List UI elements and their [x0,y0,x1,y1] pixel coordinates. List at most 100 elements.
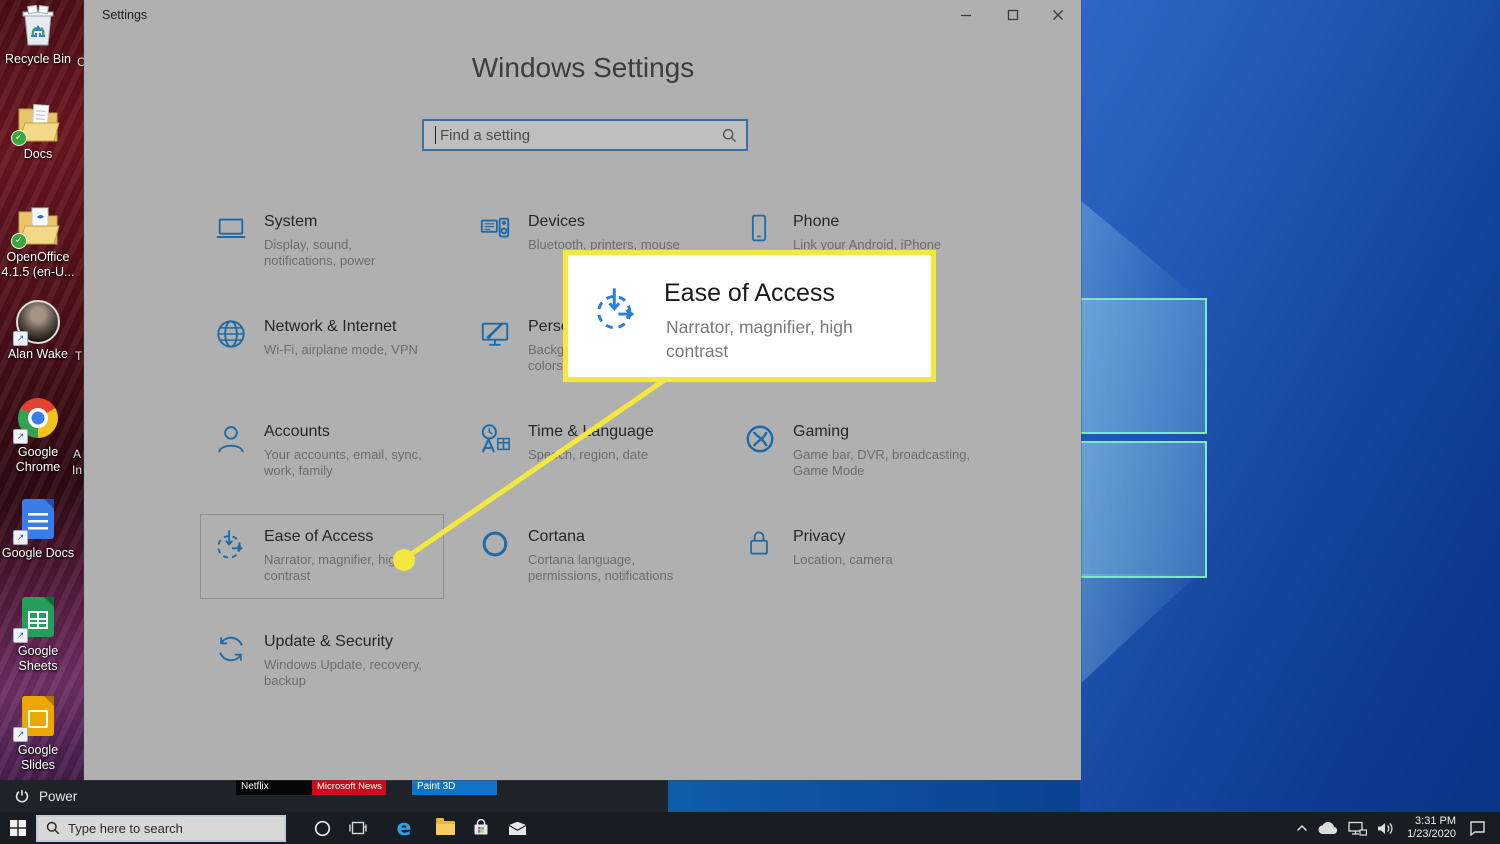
gaming-icon [744,423,780,479]
task-view-icon [349,821,367,835]
start-tile-paint-3d[interactable]: Paint 3D [412,779,497,795]
store-icon [474,819,488,835]
shortcut-arrow-badge: ↗ [13,429,28,444]
category-title: Cortana [528,528,585,545]
store-button[interactable] [463,812,499,844]
synced-check-badge: ✓ [11,130,27,146]
minimize-button[interactable] [944,0,988,30]
shortcut-arrow-badge: ↗ [13,331,28,346]
search-icon [722,128,737,142]
close-button[interactable] [1036,0,1080,30]
power-button[interactable]: Power [0,785,77,807]
desktop-icon-alan-wake[interactable]: ↗ Alan Wake [0,298,76,362]
callout-subtitle: Narrator, magnifier, high contrast [666,317,853,361]
desktop-icon-label: OpenOffice 4.1.5 (en-U... [1,250,75,279]
settings-category-ease-of-access[interactable]: Ease of Access Narrator, magnifier, high … [215,528,406,584]
shortcut-arrow-badge: ↗ [13,727,28,742]
settings-category-system[interactable]: System Display, sound, notifications, pow… [215,213,426,269]
tray-date: 1/23/2020 [1407,828,1456,840]
category-subtitle: Wi-Fi, airplane mode, VPN [264,342,418,357]
settings-category-network-internet[interactable]: Network & Internet Wi-Fi, airplane mode, … [215,318,436,358]
search-icon [46,821,60,835]
chevron-up-icon [1297,824,1308,832]
category-subtitle: Speech, region, date [528,447,648,462]
cortana-button[interactable] [304,812,340,844]
screen: Recycle Bin ✓ Docs ✓ OpenOffice 4.1.5 (en-… [0,0,1500,844]
window-title: Settings [102,8,148,22]
desktop-icon-openoffice[interactable]: ✓ OpenOffice 4.1.5 (en-U... [0,203,76,280]
edge-button[interactable]: e [386,812,422,844]
onedrive-button[interactable] [1313,812,1343,844]
category-title: Ease of Access [264,528,374,545]
text-caret [435,126,436,144]
taskbar-search-input[interactable] [66,819,284,837]
category-subtitle: Display, sound, notifications, power [264,237,376,268]
volume-button[interactable] [1372,812,1399,844]
category-title: Phone [793,213,840,230]
ease-of-access-icon [215,528,251,584]
file-explorer-button[interactable] [427,812,463,844]
desktop-icon-google-chrome[interactable]: ↗ Google Chrome [0,396,76,475]
windows-logo-pane [1080,298,1207,434]
desktop-icon-label: Alan Wake [8,347,68,361]
desktop-icon-label: Docs [23,147,53,161]
desktop-icon-recycle-bin[interactable]: Recycle Bin [0,4,76,67]
start-button[interactable] [0,812,36,844]
desktop-icon-google-sheets[interactable]: ↗ Google Sheets [0,596,76,674]
ease-of-access-callout: Ease of Access Narrator, magnifier, high… [563,250,936,382]
settings-search-input[interactable] [438,125,722,145]
time-language-icon [479,423,515,463]
start-tile-microsoft-news[interactable]: Microsoft News [312,779,386,795]
category-title: Devices [528,213,585,230]
category-title: Gaming [793,423,850,440]
taskbar-search-box[interactable] [36,814,286,842]
devices-icon [479,213,515,253]
power-label: Power [39,788,78,804]
settings-category-cortana[interactable]: Cortana Cortana language, permissions, no… [479,528,708,584]
settings-category-phone[interactable]: Phone Link your Android, iPhone [744,213,975,253]
settings-window: Settings Windows Settings System Display,… [84,0,1081,780]
desktop-icon-docs[interactable]: ✓ Docs [0,100,76,162]
mail-button[interactable] [499,812,535,844]
category-subtitle: Cortana language, permissions, notificat… [528,552,674,583]
settings-category-update-security[interactable]: Update & Security Windows Update, recover… [215,633,426,689]
settings-category-devices[interactable]: Devices Bluetooth, printers, mouse [479,213,708,253]
category-title: Accounts [264,423,330,440]
settings-category-time-language[interactable]: Time & Language Speech, region, date [479,423,698,463]
task-view-button[interactable] [340,812,376,844]
system-icon [215,213,251,269]
clock[interactable]: 3:31 PM 1/23/2020 [1399,815,1464,841]
settings-category-accounts[interactable]: Accounts Your accounts, email, sync, work… [215,423,434,479]
category-title: Privacy [793,528,846,545]
desktop-icon-label: Recycle Bin [5,52,71,66]
cortana-icon [314,820,330,836]
personalization-icon [479,318,515,374]
desktop-icon-label: Google Docs [1,546,75,560]
network-icon [215,318,251,358]
privacy-icon [744,528,780,568]
tray-expand-button[interactable] [1291,812,1313,844]
action-center-button[interactable] [1464,812,1500,844]
maximize-button[interactable] [991,0,1035,30]
page-title: Windows Settings [471,52,695,83]
occluded-label-fragment: T [75,349,83,363]
network-icon [1348,821,1368,836]
desktop-icon-google-docs[interactable]: ↗ Google Docs [0,498,76,561]
settings-search-box[interactable] [422,119,748,151]
shortcut-arrow-badge: ↗ [13,530,28,545]
file-explorer-icon [435,818,455,835]
desktop-icon-label: Google Sheets [17,644,59,673]
category-subtitle: Narrator, magnifier, high contrast [264,552,403,583]
wallpaper-gap [668,780,1080,812]
category-subtitle: Location, camera [793,552,893,567]
synced-check-badge: ✓ [11,233,27,249]
start-tile-netflix[interactable]: Netflix [236,779,315,795]
tray-time: 3:31 PM [1415,815,1456,827]
desktop-icon-label: Google Chrome [15,445,61,474]
onedrive-cloud-icon [1318,821,1338,834]
desktop-icon-google-slides[interactable]: ↗ Google Slides [0,695,76,773]
settings-category-privacy[interactable]: Privacy Location, camera [744,528,953,568]
network-status-button[interactable] [1343,812,1372,844]
category-title: Update & Security [264,633,393,650]
settings-category-gaming[interactable]: Gaming Game bar, DVR, broadcasting, Game … [744,423,971,479]
